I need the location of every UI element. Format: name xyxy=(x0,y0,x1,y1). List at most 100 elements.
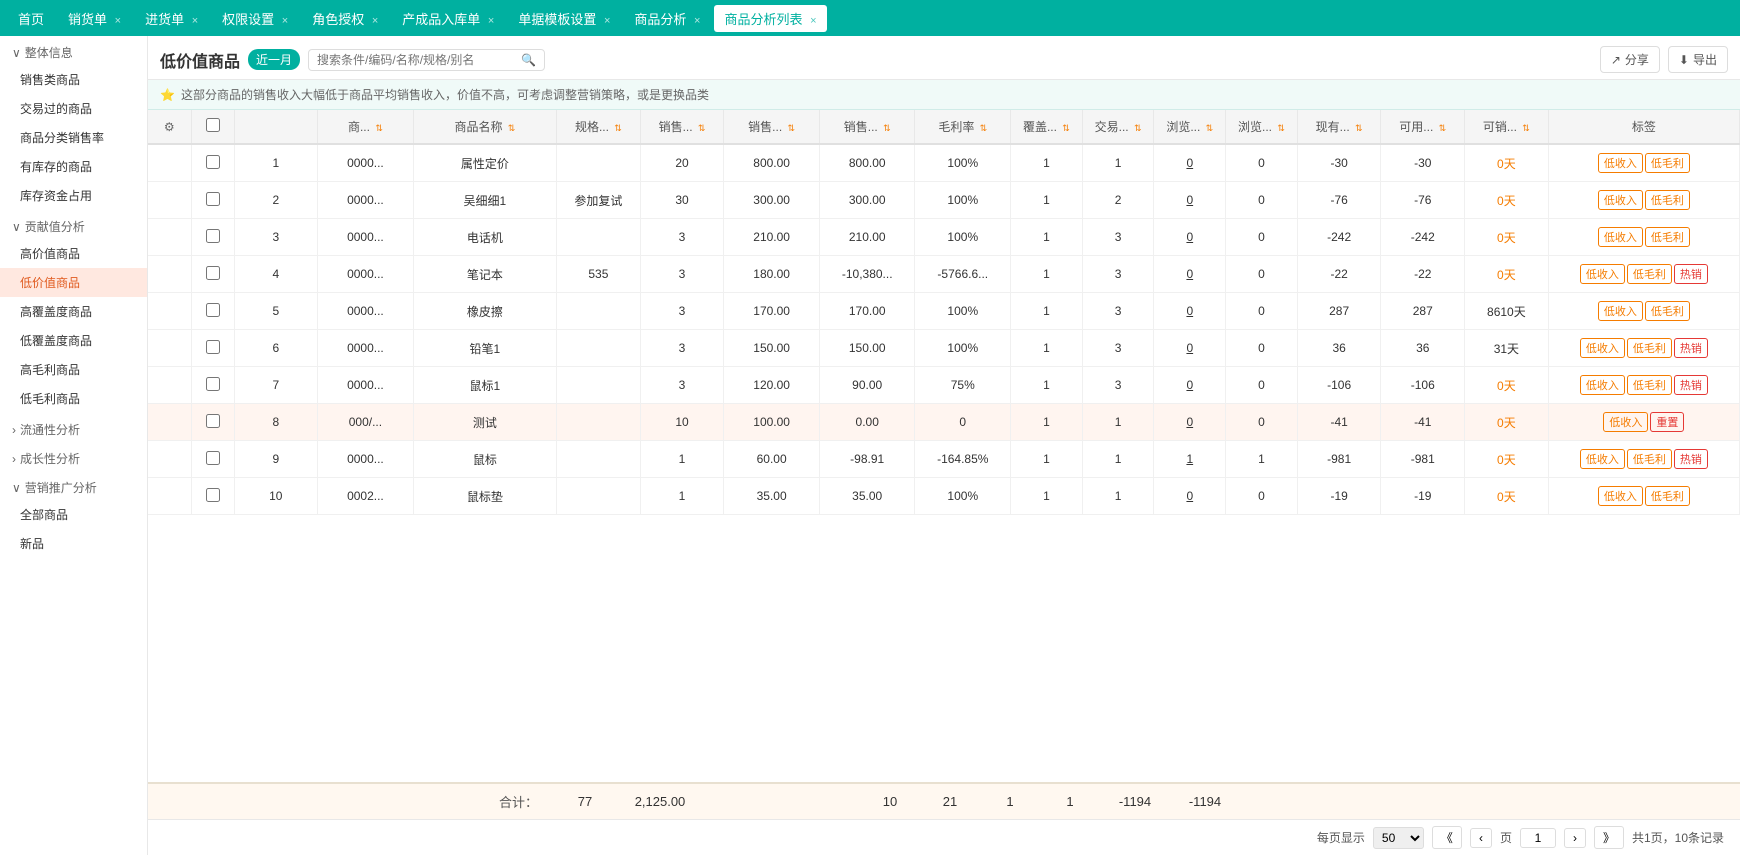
cell-spec xyxy=(557,404,641,441)
cell-trade: 3 xyxy=(1082,219,1154,256)
cell-code: 0000... xyxy=(318,330,414,367)
row-checkbox[interactable] xyxy=(206,155,220,169)
nav-goods-analysis-list[interactable]: 商品分析列表 × xyxy=(714,5,826,32)
cell-name: 铅笔1 xyxy=(413,330,556,367)
sidebar-item-sales-goods[interactable]: 销售类商品 xyxy=(0,65,147,94)
col-settings[interactable]: ⚙ xyxy=(148,110,191,144)
row-checkbox[interactable] xyxy=(206,303,220,317)
sidebar-item-high-value[interactable]: 高价值商品 xyxy=(0,239,147,268)
last-page-btn[interactable]: 》 xyxy=(1594,826,1624,849)
cell-name: 吴细细1 xyxy=(413,182,556,219)
cell-current: -30 xyxy=(1297,144,1381,182)
total-pages-label: 共1页，10条记录 xyxy=(1632,829,1724,846)
cell-sellable: 0天 xyxy=(1465,144,1549,182)
nav-permission[interactable]: 权限设置 × xyxy=(212,5,298,32)
share-button[interactable]: ↗ 分享 xyxy=(1600,46,1660,73)
col-trade[interactable]: 交易... ⇅ xyxy=(1082,110,1154,144)
first-page-btn[interactable]: 《 xyxy=(1432,826,1462,849)
per-page-select[interactable]: 50 100 200 xyxy=(1373,827,1424,849)
col-code[interactable]: 商... ⇅ xyxy=(318,110,414,144)
nav-product-storage[interactable]: 产成品入库单 × xyxy=(392,5,504,32)
row-checkbox[interactable] xyxy=(206,414,220,428)
gear-icon[interactable]: ⚙ xyxy=(164,120,175,134)
cell-code: 0000... xyxy=(318,144,414,182)
sidebar-item-capital-occupy[interactable]: 库存资金占用 xyxy=(0,181,147,210)
search-icon[interactable]: 🔍 xyxy=(521,53,536,67)
col-spec[interactable]: 规格... ⇅ xyxy=(557,110,641,144)
search-input[interactable] xyxy=(317,53,517,67)
col-available[interactable]: 可用... ⇅ xyxy=(1381,110,1465,144)
section-marketing[interactable]: ∨ 营销推广分析 xyxy=(0,471,147,500)
browse1-value[interactable]: 0 xyxy=(1186,341,1193,355)
section-growth[interactable]: › 成长性分析 xyxy=(0,442,147,471)
row-checkbox[interactable] xyxy=(206,229,220,243)
cell-current: -41 xyxy=(1297,404,1381,441)
cell-browse1: 0 xyxy=(1154,404,1226,441)
browse1-value[interactable]: 0 xyxy=(1186,415,1193,429)
section-overall[interactable]: ∨ 整体信息 xyxy=(0,36,147,65)
cell-cover: 1 xyxy=(1011,219,1083,256)
nav-home[interactable]: 首页 xyxy=(8,5,54,32)
col-gross-rate[interactable]: 毛利率 ⇅ xyxy=(915,110,1011,144)
browse1-value[interactable]: 0 xyxy=(1186,230,1193,244)
row-checkbox[interactable] xyxy=(206,451,220,465)
nav-template[interactable]: 单据模板设置 × xyxy=(508,5,620,32)
browse1-value[interactable]: 0 xyxy=(1186,489,1193,503)
nav-purchase-order[interactable]: 进货单 × xyxy=(135,5,208,32)
cell-tags: 低收入低毛利 xyxy=(1548,182,1739,219)
col-sales-qty[interactable]: 销售... ⇅ xyxy=(640,110,724,144)
days-value: 31天 xyxy=(1494,342,1519,356)
sidebar-item-low-margin[interactable]: 低毛利商品 xyxy=(0,384,147,413)
col-sellable[interactable]: 可销... ⇅ xyxy=(1465,110,1549,144)
next-page-btn[interactable]: › xyxy=(1564,828,1586,848)
col-cover[interactable]: 覆盖... ⇅ xyxy=(1011,110,1083,144)
sidebar-item-low-coverage[interactable]: 低覆盖度商品 xyxy=(0,326,147,355)
row-checkbox[interactable] xyxy=(206,488,220,502)
col-sales-amt[interactable]: 销售... ⇅ xyxy=(724,110,820,144)
export-icon: ⬇ xyxy=(1679,53,1689,67)
browse1-value[interactable]: 0 xyxy=(1186,156,1193,170)
cell-spec xyxy=(557,441,641,478)
cell-sales-qty: 3 xyxy=(640,330,724,367)
browse1-value[interactable]: 0 xyxy=(1186,193,1193,207)
select-all-checkbox[interactable] xyxy=(206,118,220,132)
section-flow[interactable]: › 流通性分析 xyxy=(0,413,147,442)
nav-sales-order[interactable]: 销货单 × xyxy=(58,5,131,32)
sidebar-item-new-goods[interactable]: 新品 xyxy=(0,529,147,558)
section-contribution[interactable]: ∨ 贡献值分析 xyxy=(0,210,147,239)
sidebar-item-high-coverage[interactable]: 高覆盖度商品 xyxy=(0,297,147,326)
prev-page-btn[interactable]: ‹ xyxy=(1470,828,1492,848)
col-browse1[interactable]: 浏览... ⇅ xyxy=(1154,110,1226,144)
row-checkbox[interactable] xyxy=(206,192,220,206)
sidebar-item-all-goods[interactable]: 全部商品 xyxy=(0,500,147,529)
sidebar-item-stocked-goods[interactable]: 有库存的商品 xyxy=(0,152,147,181)
col-name[interactable]: 商品名称 ⇅ xyxy=(413,110,556,144)
cell-tags: 低收入低毛利 xyxy=(1548,293,1739,330)
col-current[interactable]: 现有... ⇅ xyxy=(1297,110,1381,144)
col-browse2[interactable]: 浏览... ⇅ xyxy=(1226,110,1298,144)
row-checkbox[interactable] xyxy=(206,377,220,391)
browse1-value[interactable]: 0 xyxy=(1186,378,1193,392)
cell-sales-amt: 210.00 xyxy=(724,219,820,256)
sidebar-item-category-rate[interactable]: 商品分类销售率 xyxy=(0,123,147,152)
page-number-input[interactable] xyxy=(1520,828,1556,848)
row-checkbox[interactable] xyxy=(206,340,220,354)
browse1-value[interactable]: 0 xyxy=(1186,304,1193,318)
cell-sellable: 0天 xyxy=(1465,478,1549,515)
browse1-value[interactable]: 0 xyxy=(1186,267,1193,281)
nav-role-auth[interactable]: 角色授权 × xyxy=(302,5,388,32)
cell-spec xyxy=(557,367,641,404)
cell-trade: 3 xyxy=(1082,330,1154,367)
nav-goods-analysis[interactable]: 商品分析 × xyxy=(624,5,710,32)
sidebar-item-traded-goods[interactable]: 交易过的商品 xyxy=(0,94,147,123)
sidebar-item-high-margin[interactable]: 高毛利商品 xyxy=(0,355,147,384)
cell-settings xyxy=(148,367,191,404)
browse1-value[interactable]: 1 xyxy=(1186,452,1193,466)
cell-num: 3 xyxy=(234,219,318,256)
sidebar-item-low-value[interactable]: 低价值商品 xyxy=(0,268,147,297)
export-button[interactable]: ⬇ 导出 xyxy=(1668,46,1728,73)
col-sales-cost[interactable]: 销售... ⇅ xyxy=(819,110,915,144)
time-badge[interactable]: 近一月 xyxy=(248,49,300,70)
row-checkbox[interactable] xyxy=(206,266,220,280)
cell-browse2: 0 xyxy=(1226,182,1298,219)
